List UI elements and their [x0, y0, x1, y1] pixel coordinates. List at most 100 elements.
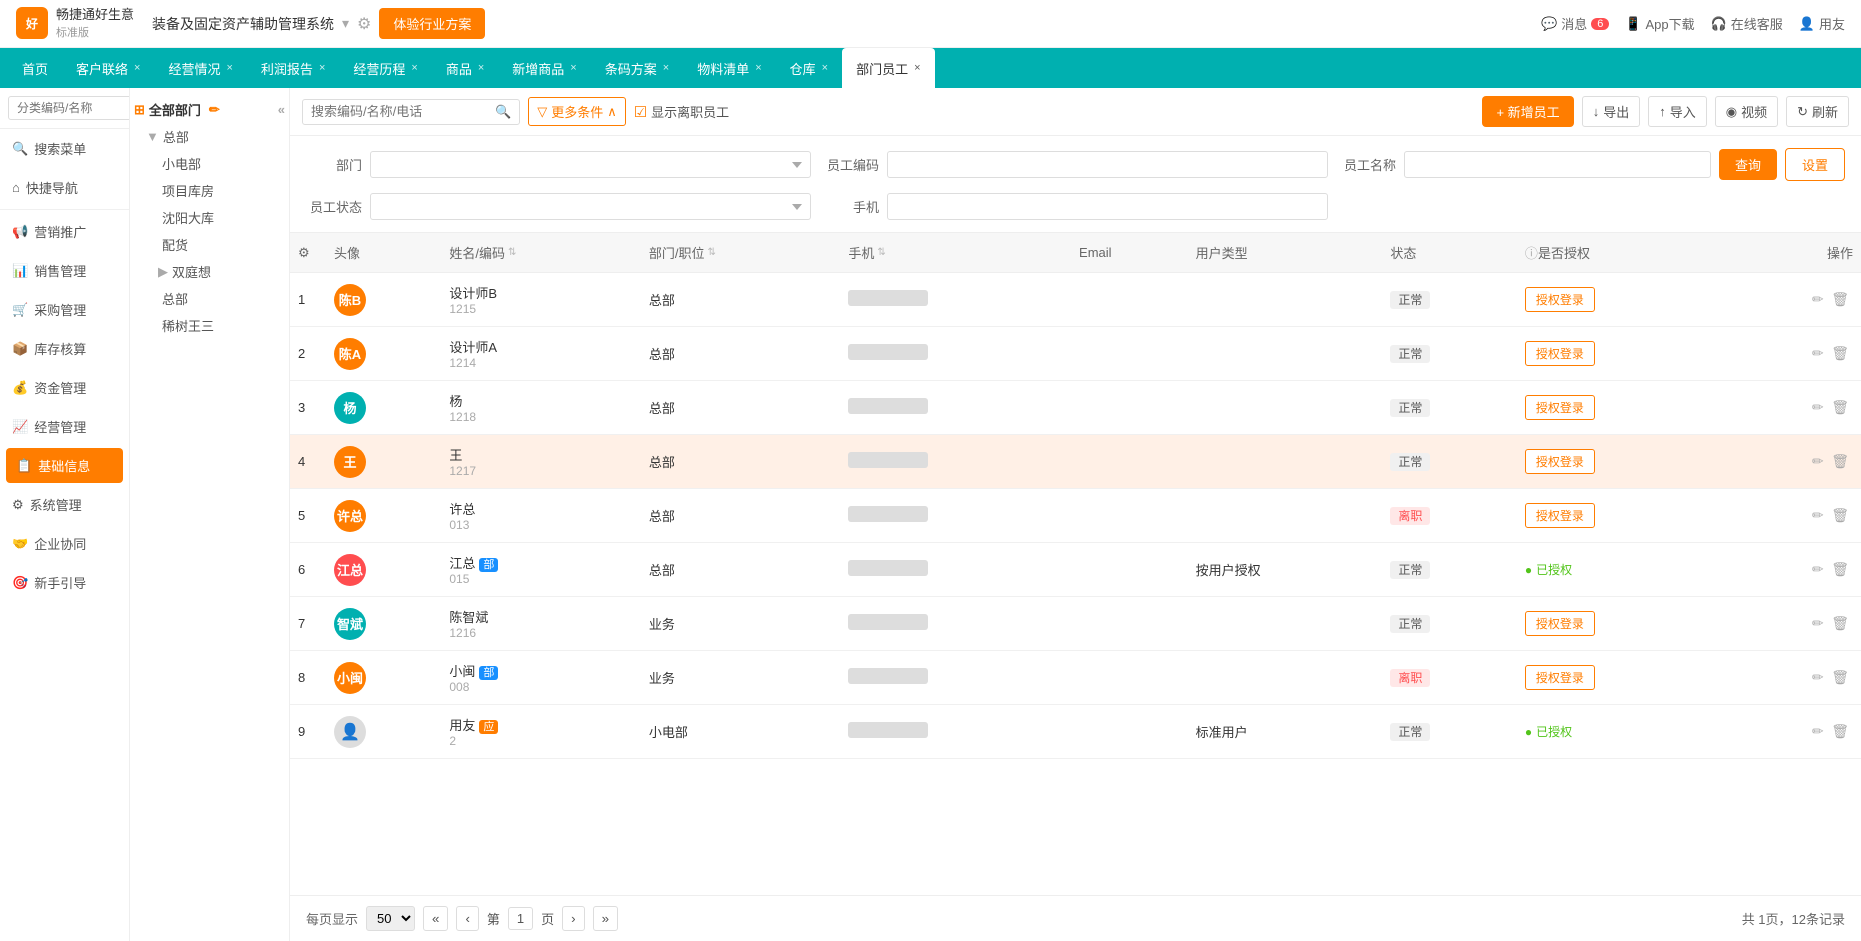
tab-warehouse[interactable]: 仓库 × [776, 48, 842, 88]
sidebar-item-nav[interactable]: ⌂ 快捷导航 [0, 168, 129, 207]
dept-collapse-icon[interactable]: « [278, 102, 285, 117]
user-btn[interactable]: 👤 用友 [1799, 14, 1845, 33]
filter-status-select[interactable] [370, 193, 811, 220]
auth-login-button[interactable]: 授权登录 [1525, 395, 1595, 420]
app-download-btn[interactable]: 📱 App下载 [1625, 14, 1694, 33]
view-button[interactable]: ◉ 视频 [1715, 96, 1778, 127]
first-page-btn[interactable]: « [423, 906, 448, 931]
tab-operation-close[interactable]: × [226, 62, 232, 74]
sidebar-item-system[interactable]: ⚙ 系统管理 [0, 485, 129, 524]
col-settings[interactable]: ⚙ [290, 233, 326, 273]
tab-employee[interactable]: 部门员工 × [842, 48, 934, 88]
sidebar-item-search[interactable]: 🔍 搜索菜单 [0, 129, 129, 168]
tab-bom[interactable]: 物料清单 × [683, 48, 775, 88]
edit-icon[interactable]: ✏ [1812, 291, 1824, 307]
delete-icon[interactable]: 🗑 [1831, 561, 1849, 577]
trial-button[interactable]: 体验行业方案 [379, 8, 485, 39]
tab-profit-close[interactable]: × [319, 62, 325, 74]
tab-employee-close[interactable]: × [914, 62, 920, 74]
tab-barcode-close[interactable]: × [663, 62, 669, 74]
dept-edit-icon[interactable]: ✏ [209, 102, 220, 118]
auth-login-button[interactable]: 授权登录 [1525, 449, 1595, 474]
chevron-down-icon[interactable]: ▾ [342, 15, 349, 32]
tab-add-goods[interactable]: 新增商品 × [498, 48, 590, 88]
delete-icon[interactable]: 🗑 [1831, 669, 1849, 685]
next-page-btn[interactable]: › [562, 906, 584, 931]
filter-empcode-input[interactable] [887, 151, 1328, 178]
sidebar-item-guide[interactable]: 🎯 新手引导 [0, 563, 129, 602]
sidebar-item-finance[interactable]: 💰 资金管理 [0, 368, 129, 407]
tab-bom-close[interactable]: × [755, 62, 761, 74]
filter-phone-input[interactable] [887, 193, 1328, 220]
sidebar-item-sales[interactable]: 📊 销售管理 [0, 251, 129, 290]
show-resigned-wrap[interactable]: ☑ 显示离职员工 [634, 102, 729, 121]
tab-warehouse-close[interactable]: × [822, 62, 828, 74]
set-button[interactable]: 设置 [1785, 148, 1845, 181]
filter-empname-input[interactable] [1404, 151, 1711, 178]
dept-item-peihuo[interactable]: 配货 [146, 231, 289, 258]
edit-icon[interactable]: ✏ [1812, 669, 1824, 685]
sidebar-item-inventory[interactable]: 📦 库存核算 [0, 329, 129, 368]
edit-icon[interactable]: ✏ [1812, 507, 1824, 523]
auth-login-button[interactable]: 授权登录 [1525, 503, 1595, 528]
delete-icon[interactable]: 🗑 [1831, 615, 1849, 631]
dept-item-zongbu2[interactable]: 总部 [146, 285, 289, 312]
auth-login-button[interactable]: 授权登录 [1525, 611, 1595, 636]
export-button[interactable]: ↓ 导出 [1582, 96, 1641, 127]
tab-goods-close[interactable]: × [478, 62, 484, 74]
tab-customer[interactable]: 客户联络 × [62, 48, 154, 88]
filter-dept-select[interactable] [370, 151, 811, 178]
sidebar-item-purchase[interactable]: 🛒 采购管理 [0, 290, 129, 329]
edit-icon[interactable]: ✏ [1812, 561, 1824, 577]
edit-icon[interactable]: ✏ [1812, 615, 1824, 631]
edit-icon[interactable]: ✏ [1812, 345, 1824, 361]
dept-item-xiangmuku[interactable]: 项目库房 [146, 177, 289, 204]
tab-add-goods-close[interactable]: × [570, 62, 576, 74]
delete-icon[interactable]: 🗑 [1831, 723, 1849, 739]
tab-history-close[interactable]: × [411, 62, 417, 74]
sidebar-item-marketing[interactable]: 📢 营销推广 [0, 212, 129, 251]
import-button[interactable]: ↑ 导入 [1648, 96, 1707, 127]
edit-icon[interactable]: ✏ [1812, 723, 1824, 739]
dept-group-header-zongbu[interactable]: ▼ 总部 [134, 123, 289, 150]
message-btn[interactable]: 💬 消息 6 [1541, 14, 1609, 33]
refresh-button[interactable]: ↻ 刷新 [1786, 96, 1849, 127]
sidebar-item-operation[interactable]: 📈 经营管理 [0, 407, 129, 446]
last-page-btn[interactable]: » [593, 906, 618, 931]
col-dept-sort[interactable]: 部门/职位 [649, 243, 716, 262]
tab-operation[interactable]: 经营情况 × [154, 48, 246, 88]
add-employee-button[interactable]: + 新增员工 [1482, 96, 1573, 127]
online-service-btn[interactable]: 🎧 在线客服 [1711, 14, 1783, 33]
delete-icon[interactable]: 🗑 [1831, 507, 1849, 523]
col-name[interactable]: 姓名/编码 [441, 233, 641, 273]
gear-icon[interactable]: ⚙ [357, 14, 371, 34]
col-name-sort[interactable]: 姓名/编码 [449, 243, 516, 262]
delete-icon[interactable]: 🗑 [1831, 291, 1849, 307]
delete-icon[interactable]: 🗑 [1831, 453, 1849, 469]
search-icon[interactable]: 🔍 [495, 104, 511, 120]
tab-home[interactable]: 首页 [8, 48, 62, 88]
sidebar-search-input[interactable] [8, 96, 130, 120]
tab-history[interactable]: 经营历程 × [339, 48, 431, 88]
auth-login-button[interactable]: 授权登录 [1525, 665, 1595, 690]
sidebar-item-basic[interactable]: 📋 基础信息 [6, 448, 123, 483]
tab-barcode[interactable]: 条码方案 × [591, 48, 683, 88]
edit-icon[interactable]: ✏ [1812, 399, 1824, 415]
col-dept[interactable]: 部门/职位 [641, 233, 841, 273]
per-page-select[interactable]: 50 [366, 906, 415, 931]
auth-login-button[interactable]: 授权登录 [1525, 341, 1595, 366]
edit-icon[interactable]: ✏ [1812, 453, 1824, 469]
query-button[interactable]: 查询 [1719, 149, 1777, 180]
auth-login-button[interactable]: 授权登录 [1525, 287, 1595, 312]
delete-icon[interactable]: 🗑 [1831, 345, 1849, 361]
dept-item-xishu[interactable]: 稀树王三 [146, 312, 289, 339]
dept-item-shuangting[interactable]: ▶ 双庭想 [146, 258, 289, 285]
sidebar-item-collab[interactable]: 🤝 企业协同 [0, 524, 129, 563]
col-phone[interactable]: 手机 [840, 233, 1071, 273]
prev-page-btn[interactable]: ‹ [456, 906, 478, 931]
delete-icon[interactable]: 🗑 [1831, 399, 1849, 415]
col-phone-sort[interactable]: 手机 [848, 243, 885, 262]
search-input[interactable] [311, 104, 491, 119]
dept-item-shenyang[interactable]: 沈阳大库 [146, 204, 289, 231]
more-filters-btn[interactable]: ▽ 更多条件 ∧ [528, 97, 626, 126]
